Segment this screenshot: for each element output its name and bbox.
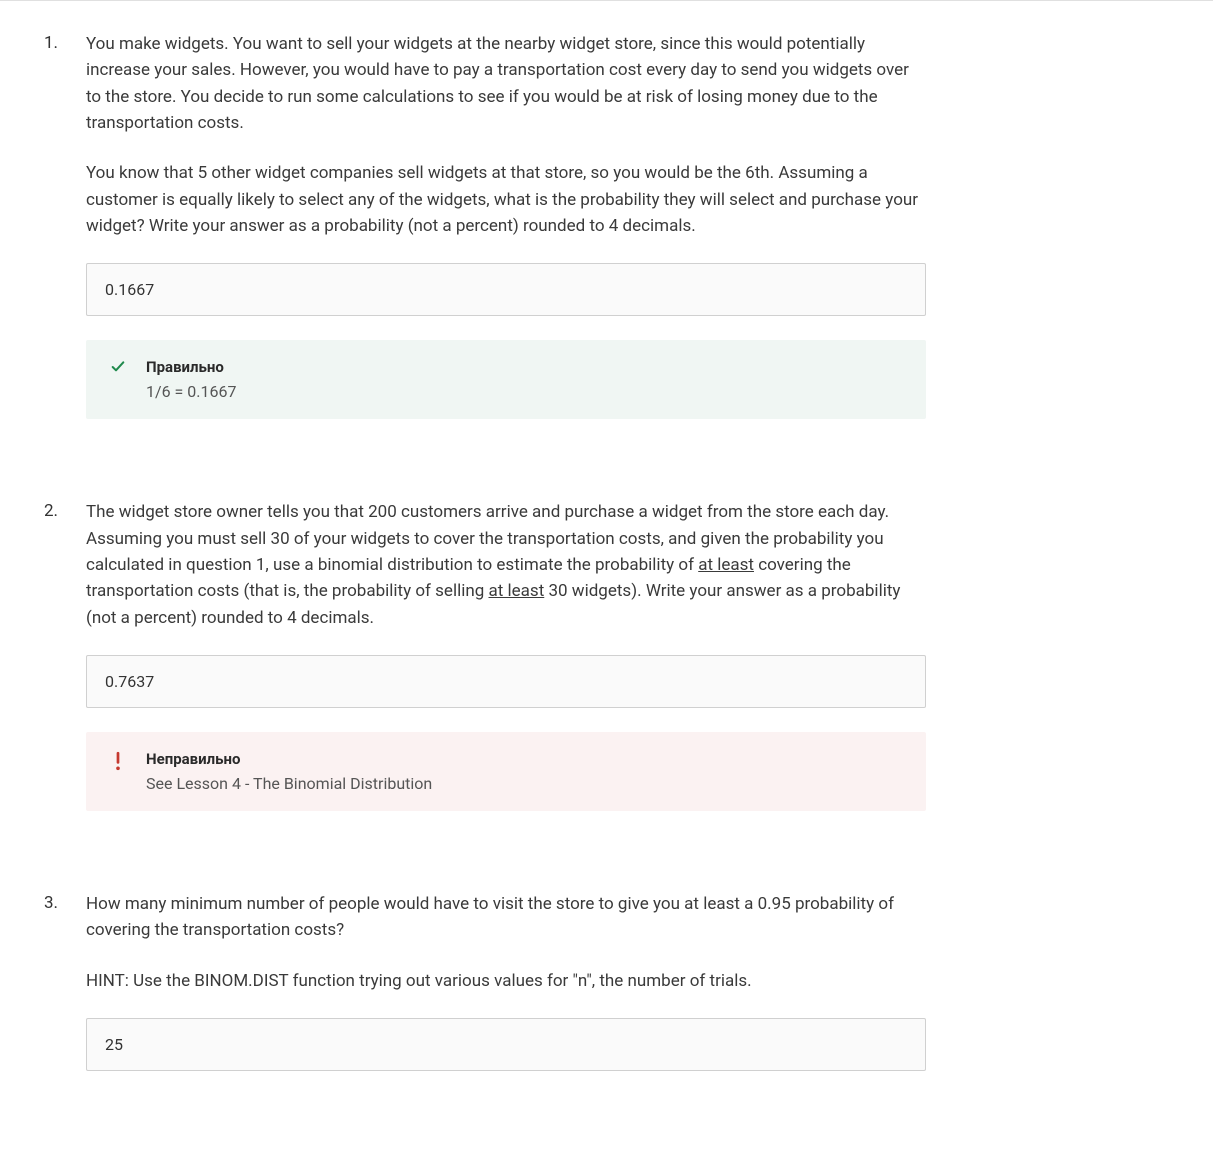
answer-input[interactable]: 25 <box>86 1018 926 1071</box>
question-paragraph: The widget store owner tells you that 20… <box>86 499 926 631</box>
question-paragraph: You make widgets. You want to sell your … <box>86 31 926 136</box>
exclamation-icon <box>108 750 128 771</box>
feedback-title: Правильно <box>146 358 904 376</box>
question-block-3: 3. How many minimum number of people wou… <box>44 891 1169 1071</box>
feedback-text: See Lesson 4 - The Binomial Distribution <box>146 774 904 793</box>
answer-input[interactable]: 0.1667 <box>86 263 926 316</box>
quiz-container: 1. You make widgets. You want to sell yo… <box>0 1 1213 1071</box>
feedback-text: 1/6 = 0.1667 <box>146 382 904 401</box>
question-paragraph: You know that 5 other widget companies s… <box>86 160 926 239</box>
question-body: The widget store owner tells you that 20… <box>86 499 926 811</box>
question-text: The widget store owner tells you that 20… <box>86 499 926 631</box>
question-text: How many minimum number of people would … <box>86 891 926 994</box>
check-icon <box>108 358 128 375</box>
question-number: 1. <box>44 31 86 53</box>
feedback-content: Правильно 1/6 = 0.1667 <box>146 358 904 401</box>
feedback-incorrect: Неправильно See Lesson 4 - The Binomial … <box>86 732 926 811</box>
question-body: How many minimum number of people would … <box>86 891 926 1071</box>
feedback-title: Неправильно <box>146 750 904 768</box>
question-paragraph: HINT: Use the BINOM.DIST function trying… <box>86 968 926 994</box>
question-number: 3. <box>44 891 86 913</box>
question-block-1: 1. You make widgets. You want to sell yo… <box>44 31 1169 419</box>
question-text: You make widgets. You want to sell your … <box>86 31 926 239</box>
feedback-correct: Правильно 1/6 = 0.1667 <box>86 340 926 419</box>
question-block-2: 2. The widget store owner tells you that… <box>44 499 1169 811</box>
question-number: 2. <box>44 499 86 521</box>
question-paragraph: How many minimum number of people would … <box>86 891 926 944</box>
answer-input[interactable]: 0.7637 <box>86 655 926 708</box>
feedback-content: Неправильно See Lesson 4 - The Binomial … <box>146 750 904 793</box>
question-body: You make widgets. You want to sell your … <box>86 31 926 419</box>
